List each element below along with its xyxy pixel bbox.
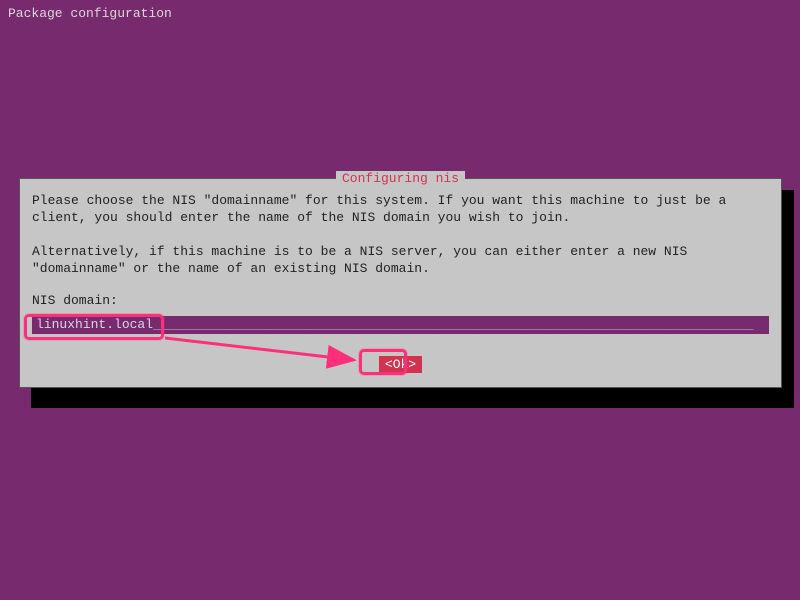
dialog-body-text: Please choose the NIS "domainname" for t… (32, 193, 769, 277)
dialog-title: Configuring nis (336, 171, 465, 186)
page-title: Package configuration (0, 0, 800, 27)
input-fill: ________________________________________… (153, 317, 754, 332)
dialog-para2-line1: Alternatively, if this machine is to be … (32, 244, 769, 261)
dialog-container: Configuring nis Please choose the NIS "d… (19, 178, 782, 388)
spacer (32, 227, 769, 244)
dialog-para2-line2: "domainname" or the name of an existing … (32, 261, 769, 278)
config-dialog: Configuring nis Please choose the NIS "d… (19, 178, 782, 388)
nis-domain-label: NIS domain: (32, 293, 769, 308)
button-row: <Ok> (32, 356, 769, 373)
dialog-title-row: Configuring nis (20, 171, 781, 186)
nis-domain-input[interactable]: linuxhint.local_________________________… (32, 316, 769, 334)
nis-domain-value: linuxhint.local (36, 317, 153, 332)
ok-button[interactable]: <Ok> (379, 356, 422, 373)
dialog-para1-line2: client, you should enter the name of the… (32, 210, 769, 227)
dialog-para1-line1: Please choose the NIS "domainname" for t… (32, 193, 769, 210)
